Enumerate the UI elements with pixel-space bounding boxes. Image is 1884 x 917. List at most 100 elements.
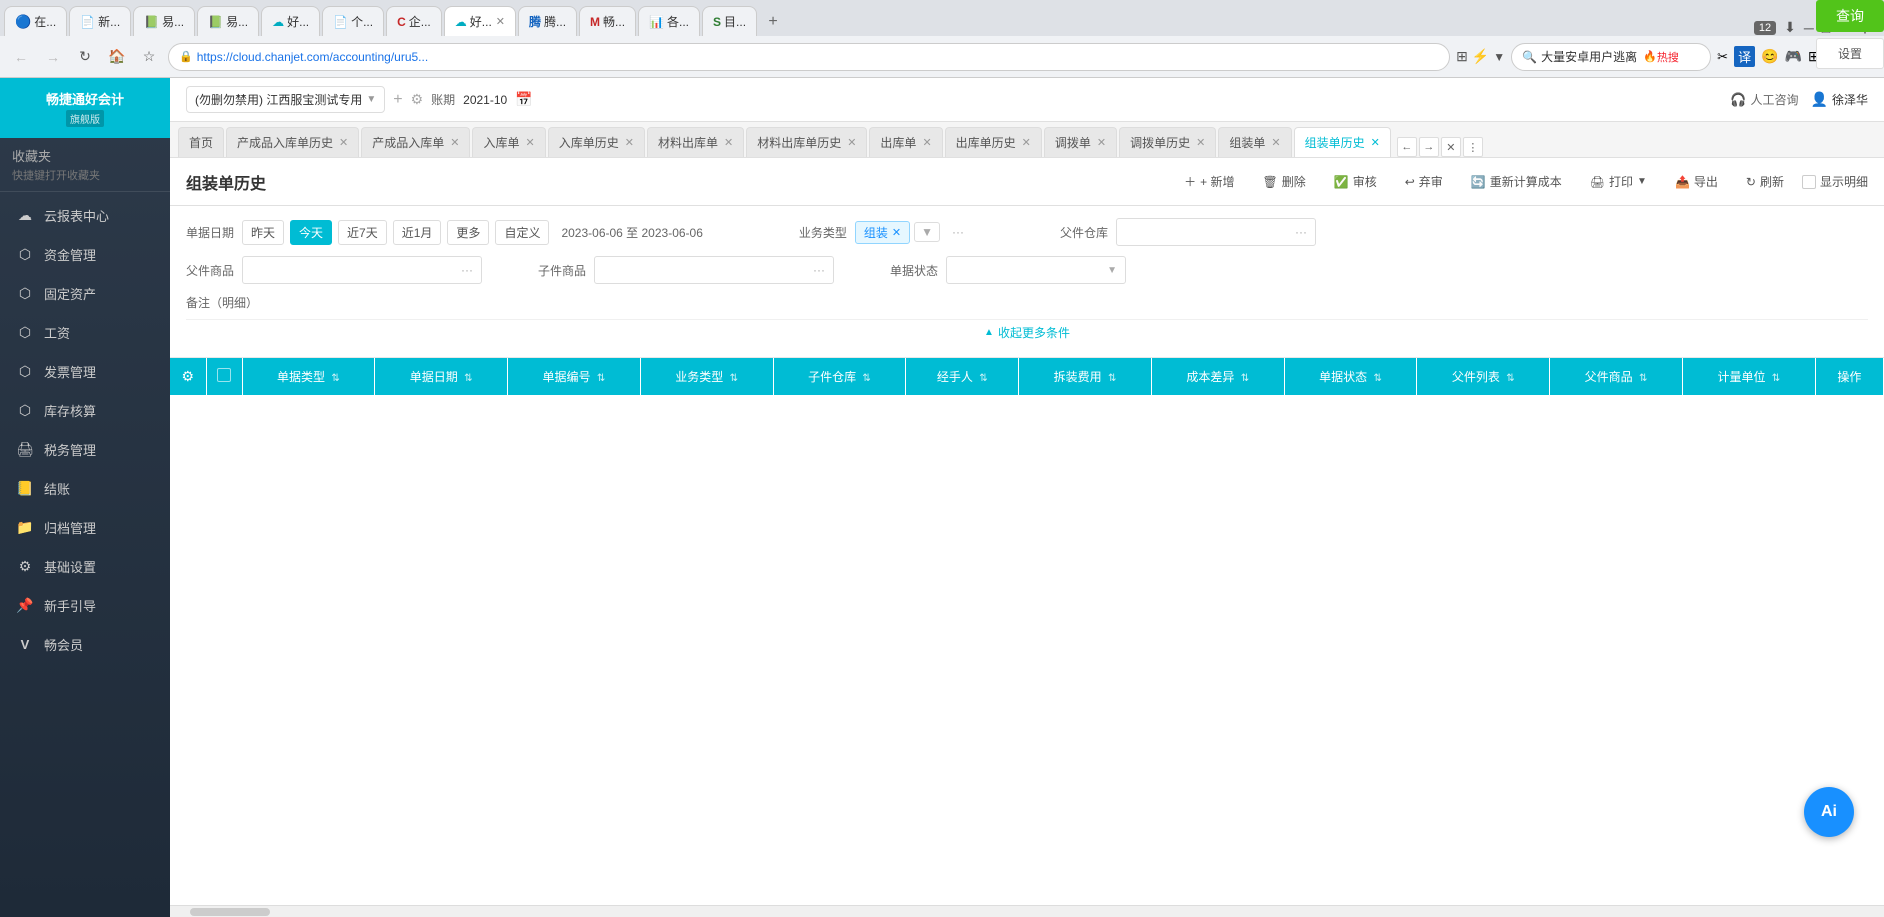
th-order-date[interactable]: 单据日期 ⇅ (375, 358, 508, 395)
prod-in-hist-close[interactable]: ✕ (339, 136, 348, 149)
period-value[interactable]: 2021-10 (463, 93, 507, 107)
doc-tab-mat-out[interactable]: 材料出库单 ✕ (647, 127, 744, 157)
add-button[interactable]: ＋ + 新增 (1174, 168, 1244, 195)
browser-tab-8[interactable]: ☁ 好... ✕ (444, 6, 516, 36)
doc-tab-assembly-hist[interactable]: 组装单历史 ✕ (1294, 127, 1391, 157)
mat-out-hist-close[interactable]: ✕ (847, 136, 856, 149)
assembly-tag-close[interactable]: ✕ (892, 226, 901, 239)
download-icon[interactable]: ⬇ (1784, 19, 1796, 36)
lightning-icon[interactable]: ⚡ (1472, 48, 1489, 65)
parent-warehouse-input[interactable]: ··· (1116, 218, 1316, 246)
print-button[interactable]: 🖨 打印 ▼ (1580, 168, 1657, 195)
sidebar-item-guide[interactable]: 📌 新手引导 (0, 586, 170, 625)
doc-tab-out-hist[interactable]: 出库单历史 ✕ (945, 127, 1042, 157)
tab-close-8[interactable]: ✕ (496, 15, 505, 28)
minimize-button[interactable]: ─ (1804, 20, 1814, 36)
assembly-hist-close[interactable]: ✕ (1371, 136, 1380, 149)
emoji-icon[interactable]: 😊 (1761, 48, 1778, 65)
tab-close-all-button[interactable]: ✕ (1441, 137, 1461, 157)
doc-tab-transfer-hist[interactable]: 调拨单历史 ✕ (1119, 127, 1216, 157)
scissors-icon[interactable]: ✂ (1717, 49, 1728, 65)
tab-more-button[interactable]: ⋮ (1463, 137, 1483, 157)
back-button[interactable]: ← (8, 44, 34, 70)
tab-next-button[interactable]: → (1419, 137, 1439, 157)
translate-icon[interactable]: 译 (1734, 46, 1755, 67)
bookmark-button[interactable]: ☆ (136, 44, 162, 70)
collapse-bar[interactable]: ▲ 收起更多条件 (186, 319, 1868, 345)
th-order-type[interactable]: 单据类型 ⇅ (242, 358, 375, 395)
sidebar-item-archive[interactable]: 📁 归档管理 (0, 508, 170, 547)
browser-tab-11[interactable]: 📊 各... (638, 6, 700, 36)
browser-tab-9[interactable]: 腾 腾... (518, 6, 577, 36)
address-bar[interactable]: 🔒 https://cloud.chanjet.com/accounting/u… (168, 43, 1450, 71)
settings-gear-icon[interactable]: ⚙ (411, 91, 424, 108)
sidebar-item-settlement[interactable]: 📒 结账 (0, 469, 170, 508)
export-button[interactable]: 📤 导出 (1665, 168, 1728, 195)
select-all-checkbox[interactable] (217, 368, 231, 382)
mat-out-close[interactable]: ✕ (724, 136, 733, 149)
th-check[interactable] (206, 358, 242, 395)
doc-tab-assembly[interactable]: 组装单 ✕ (1218, 127, 1291, 157)
forward-button[interactable]: → (40, 44, 66, 70)
today-btn[interactable]: 今天 (290, 220, 332, 245)
ai-assistant-button[interactable]: Ai (1804, 787, 1854, 837)
week-btn[interactable]: 近7天 (338, 220, 387, 245)
order-status-input[interactable]: ▼ (946, 256, 1126, 284)
display-toggle[interactable]: 显示明细 (1802, 173, 1868, 190)
home-button[interactable]: 🏠 (104, 44, 130, 70)
out-hist-close[interactable]: ✕ (1022, 136, 1031, 149)
th-biz-type[interactable]: 业务类型 ⇅ (640, 358, 773, 395)
more-date-btn[interactable]: 更多 (447, 220, 489, 245)
yesterday-btn[interactable]: 昨天 (242, 220, 284, 245)
browser-tab-7[interactable]: C 企... (386, 6, 442, 36)
browser-tab-1[interactable]: 🔵 在... (4, 6, 67, 36)
custom-btn[interactable]: 自定义 (495, 220, 549, 245)
browser-tab-3[interactable]: 📗 易... (133, 6, 195, 36)
doc-tab-mat-out-hist[interactable]: 材料出库单历史 ✕ (746, 127, 867, 157)
th-parent-goods[interactable]: 父件商品 ⇅ (1550, 358, 1683, 395)
horizontal-scrollbar[interactable] (170, 905, 1884, 917)
doc-tab-prod-in[interactable]: 产成品入库单 ✕ (361, 127, 470, 157)
service-button[interactable]: 🎧 人工咨询 (1730, 91, 1798, 108)
company-selector[interactable]: (勿删勿禁用) 江西服宝测试专用 ▼ (186, 86, 385, 113)
doc-tab-transfer[interactable]: 调拨单 ✕ (1044, 127, 1117, 157)
out-order-close[interactable]: ✕ (922, 136, 931, 149)
delete-button[interactable]: 🗑 删除 (1253, 168, 1316, 195)
th-child-warehouse[interactable]: 子件仓库 ⇅ (773, 358, 906, 395)
browser-tab-12[interactable]: S 目... (702, 6, 757, 36)
display-checkbox[interactable] (1802, 175, 1816, 189)
th-settings[interactable]: ⚙ (170, 358, 206, 395)
new-tab-button[interactable]: + (759, 8, 787, 36)
dropdown-icon[interactable]: ▼ (1493, 50, 1505, 64)
doc-tab-in-order[interactable]: 入库单 ✕ (472, 127, 545, 157)
doc-tab-out-order[interactable]: 出库单 ✕ (869, 127, 942, 157)
reload-button[interactable]: ↻ (72, 44, 98, 70)
doc-tab-prod-in-hist[interactable]: 产成品入库单历史 ✕ (226, 127, 359, 157)
scrollbar-thumb[interactable] (190, 908, 270, 916)
sidebar-item-salary[interactable]: ⬡ 工资 (0, 313, 170, 352)
in-order-close[interactable]: ✕ (526, 136, 535, 149)
calendar-icon[interactable]: 📅 (515, 91, 532, 108)
th-order-no[interactable]: 单据编号 ⇅ (508, 358, 641, 395)
sidebar-item-fixed-assets[interactable]: ⬡ 固定资产 (0, 274, 170, 313)
sidebar-item-inventory[interactable]: ⬡ 库存核算 (0, 391, 170, 430)
sidebar-item-invoice[interactable]: ⬡ 发票管理 (0, 352, 170, 391)
sidebar-item-settings[interactable]: ⚙ 基础设置 (0, 547, 170, 586)
browser-tab-6[interactable]: 📄 个... (322, 6, 384, 36)
th-cost-diff[interactable]: 成本差异 ⇅ (1151, 358, 1284, 395)
recalculate-button[interactable]: 🔄 重新计算成本 (1461, 168, 1572, 195)
th-parent-list[interactable]: 父件列表 ⇅ (1417, 358, 1550, 395)
transfer-hist-close[interactable]: ✕ (1196, 136, 1205, 149)
favorites-section[interactable]: 收藏夹 快捷键打开收藏夹 (0, 138, 170, 192)
grid-icon[interactable]: ⊞ (1456, 48, 1468, 65)
child-goods-input[interactable]: ··· (594, 256, 834, 284)
abandon-button[interactable]: ↩ 弃审 (1395, 168, 1453, 195)
th-unit[interactable]: 计量单位 ⇅ (1682, 358, 1815, 395)
th-order-status[interactable]: 单据状态 ⇅ (1284, 358, 1417, 395)
tab-prev-button[interactable]: ← (1397, 137, 1417, 157)
audit-button[interactable]: ✅ 审核 (1324, 168, 1387, 195)
game-icon[interactable]: 🎮 (1785, 48, 1802, 65)
sidebar-item-member[interactable]: V 畅会员 (0, 625, 170, 664)
doc-tab-in-hist[interactable]: 入库单历史 ✕ (548, 127, 645, 157)
month-btn[interactable]: 近1月 (393, 220, 442, 245)
